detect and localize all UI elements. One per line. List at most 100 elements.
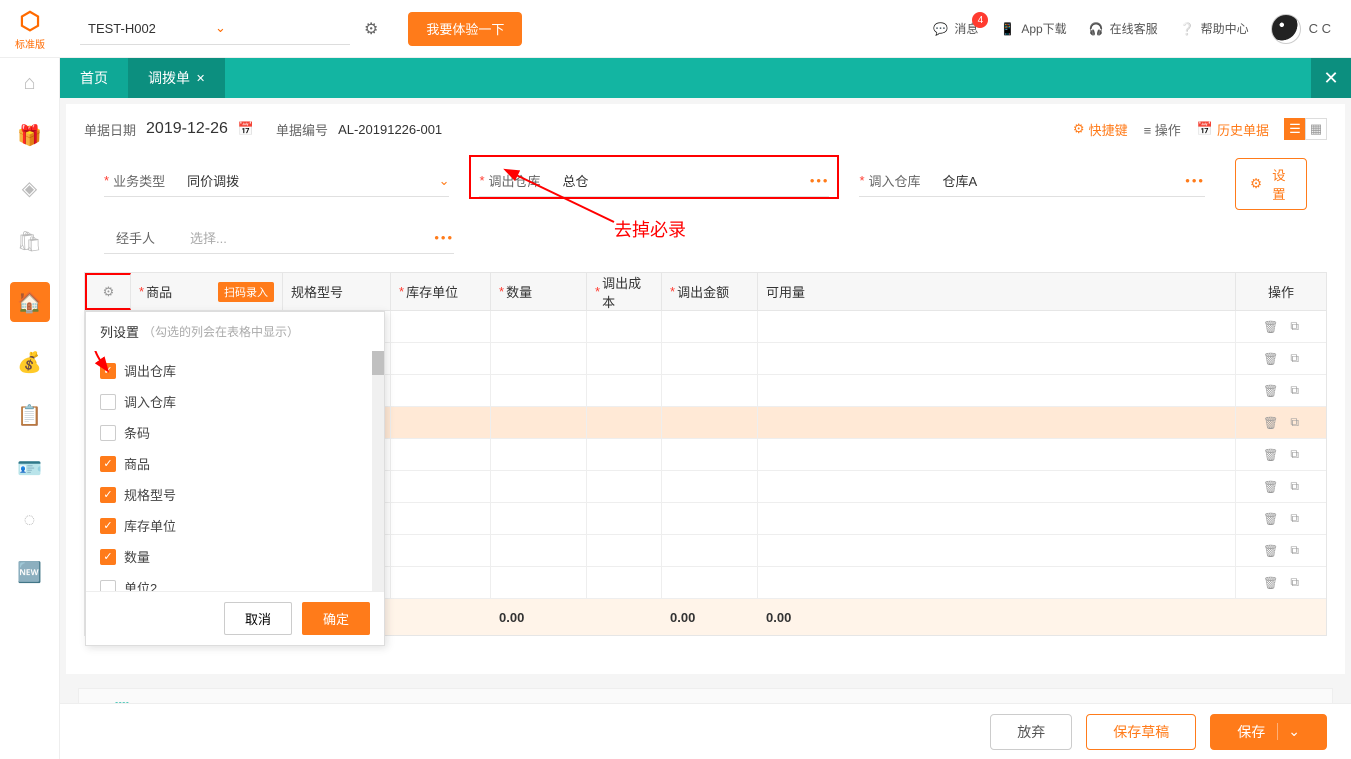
logo: ⬡ 标准版 [0, 7, 60, 51]
logo-icon: ⬡ [20, 7, 41, 36]
nav-gift-icon[interactable]: 🎁 [17, 123, 42, 148]
col-item-spec[interactable]: ✓规格型号 [100, 479, 370, 510]
footer-amount: 0.00 [662, 599, 758, 635]
footer-bar: 放弃 保存草稿 保存 ⌄ [60, 703, 1351, 759]
phone-icon: 📱 [1000, 22, 1015, 36]
nav-money-icon[interactable]: 💰 [17, 350, 42, 375]
popover-hint: （勾选的列会在表格中显示） [143, 323, 299, 340]
view-list-icon[interactable]: ☰ [1284, 118, 1306, 140]
th-spec: 规格型号 [283, 273, 391, 310]
online-service-button[interactable]: 🎧 在线客服 [1089, 20, 1158, 37]
history-link[interactable]: 📅历史单据 [1197, 120, 1269, 139]
close-all-tabs[interactable]: ✕ [1311, 58, 1351, 98]
nav-circle-icon[interactable]: ◌ [24, 509, 36, 532]
field-in-warehouse[interactable]: * 调入仓库 仓库A ••• [859, 171, 1204, 197]
th-amount: *调出金额 [662, 273, 758, 310]
app-download-button[interactable]: 📱 App下载 [1000, 20, 1066, 37]
calendar-icon: 📅 [1197, 121, 1213, 137]
delete-icon[interactable]: 🗑 [1263, 576, 1278, 590]
more-icon[interactable]: ••• [434, 230, 454, 245]
more-icon[interactable]: ••• [810, 173, 830, 188]
delete-icon[interactable]: 🗑 [1263, 416, 1278, 430]
copy-icon[interactable]: ⧉ [1290, 351, 1299, 366]
nav-clipboard-icon[interactable]: 📋 [17, 403, 42, 428]
scrollbar-thumb[interactable] [372, 351, 384, 375]
left-rail: ⌂ 🎁 ◈ 🛍 🏠 💰 📋 🪪 ◌ 🆕 [0, 58, 60, 759]
delete-icon[interactable]: 🗑 [1263, 544, 1278, 558]
delete-icon[interactable]: 🗑 [1263, 320, 1278, 334]
more-icon[interactable]: ••• [1185, 173, 1205, 188]
delete-icon[interactable]: 🗑 [1263, 384, 1278, 398]
popover-title: 列设置 [100, 322, 139, 341]
operate-link[interactable]: ≡ 操作 [1144, 120, 1181, 139]
popover-confirm-button[interactable]: 确定 [302, 602, 370, 635]
column-settings-button[interactable]: ⚙ [85, 273, 131, 310]
col-item-out-warehouse[interactable]: ✓调出仓库 [100, 355, 370, 386]
nav-contact-icon[interactable]: 🪪 [17, 456, 42, 481]
nav-bag-icon[interactable]: 🛍 [17, 229, 42, 254]
th-ops: 操作 [1236, 273, 1326, 310]
copy-icon[interactable]: ⧉ [1290, 383, 1299, 398]
col-item-qty[interactable]: ✓数量 [100, 541, 370, 572]
date-value[interactable]: 2019-12-26 [146, 120, 228, 138]
delete-icon[interactable]: 🗑 [1263, 352, 1278, 366]
scan-badge[interactable]: 扫码录入 [218, 282, 274, 302]
col-item-barcode[interactable]: 条码 [100, 417, 370, 448]
col-item-unit2[interactable]: 单位2 [100, 572, 370, 591]
save-button[interactable]: 保存 ⌄ [1210, 714, 1327, 750]
message-badge: 4 [972, 12, 988, 28]
copy-icon[interactable]: ⧉ [1290, 511, 1299, 526]
nav-warehouse-icon[interactable]: 🏠 [10, 282, 50, 322]
trial-button[interactable]: 我要体验一下 [408, 12, 522, 46]
th-cost: *调出成本 [587, 273, 662, 310]
popover-list[interactable]: ✓调出仓库 调入仓库 条码 ✓商品 ✓规格型号 ✓库存单位 ✓数量 单位2 [86, 351, 384, 591]
discard-button[interactable]: 放弃 [990, 714, 1072, 750]
popover-cancel-button[interactable]: 取消 [224, 602, 292, 635]
chevron-down-icon: ⌄ [215, 20, 342, 36]
top-header: ⬡ 标准版 TEST-H002 ⌄ ⚙ 我要体验一下 💬 消息 4 📱 App下… [0, 0, 1351, 58]
copy-icon[interactable]: ⧉ [1290, 447, 1299, 462]
tab-transfer-order[interactable]: 调拨单 ✕ [128, 58, 225, 98]
help-center-button[interactable]: ❔ 帮助中心 [1180, 20, 1249, 37]
org-selector[interactable]: TEST-H002 ⌄ [80, 13, 350, 45]
gear-icon[interactable]: ⚙ [364, 19, 378, 39]
annotation-text: 去掉必录 [614, 216, 686, 242]
table-header: ⚙ *商品扫码录入 规格型号 *库存单位 *数量 *调出成本 *调出金额 可用量… [85, 273, 1326, 311]
close-icon[interactable]: ✕ [196, 72, 205, 85]
field-handler[interactable]: 经手人 选择... ••• [104, 228, 454, 254]
messages-button[interactable]: 💬 消息 4 [933, 20, 978, 37]
copy-icon[interactable]: ⧉ [1290, 415, 1299, 430]
copy-icon[interactable]: ⧉ [1290, 319, 1299, 334]
settings-button[interactable]: ⚙ 设置 [1235, 158, 1307, 210]
headset-icon: 🎧 [1089, 22, 1104, 36]
nav-diamond-icon[interactable]: ◈ [22, 176, 37, 201]
delete-icon[interactable]: 🗑 [1263, 448, 1278, 462]
col-item-product[interactable]: ✓商品 [100, 448, 370, 479]
scrollbar-track[interactable] [372, 351, 384, 591]
tab-home[interactable]: 首页 [60, 58, 128, 98]
nav-new-icon[interactable]: 🆕 [17, 560, 42, 585]
gear-icon: ⚙ [1073, 121, 1085, 137]
shortcut-link[interactable]: ⚙快捷键 [1073, 120, 1128, 139]
field-out-warehouse[interactable]: * 调出仓库 总仓 ••• [479, 171, 829, 197]
footer-avail: 0.00 [758, 599, 1236, 635]
column-settings-popover: 列设置 （勾选的列会在表格中显示） ✓调出仓库 调入仓库 条码 ✓商品 ✓规格型… [85, 311, 385, 646]
footer-qty: 0.00 [491, 599, 587, 635]
calendar-icon[interactable]: 📅 [238, 121, 254, 137]
delete-icon[interactable]: 🗑 [1263, 512, 1278, 526]
copy-icon[interactable]: ⧉ [1290, 543, 1299, 558]
copy-icon[interactable]: ⧉ [1290, 479, 1299, 494]
delete-icon[interactable]: 🗑 [1263, 480, 1278, 494]
doc-head: 单据日期 2019-12-26 📅 单据编号 AL-20191226-001 ⚙… [84, 118, 1327, 140]
save-draft-button[interactable]: 保存草稿 [1086, 714, 1196, 750]
form-row-1: * 业务类型 同价调拨 ⌄ * 调出仓库 总仓 ••• * [84, 158, 1327, 210]
help-icon: ❔ [1180, 22, 1195, 36]
view-grid-icon[interactable]: ▦ [1305, 118, 1327, 140]
chevron-down-icon: ⌄ [1277, 723, 1300, 740]
col-item-in-warehouse[interactable]: 调入仓库 [100, 386, 370, 417]
nav-home-icon[interactable]: ⌂ [23, 72, 35, 95]
copy-icon[interactable]: ⧉ [1290, 575, 1299, 590]
col-item-unit[interactable]: ✓库存单位 [100, 510, 370, 541]
avatar[interactable] [1271, 14, 1301, 44]
field-biztype[interactable]: * 业务类型 同价调拨 ⌄ [104, 171, 449, 197]
